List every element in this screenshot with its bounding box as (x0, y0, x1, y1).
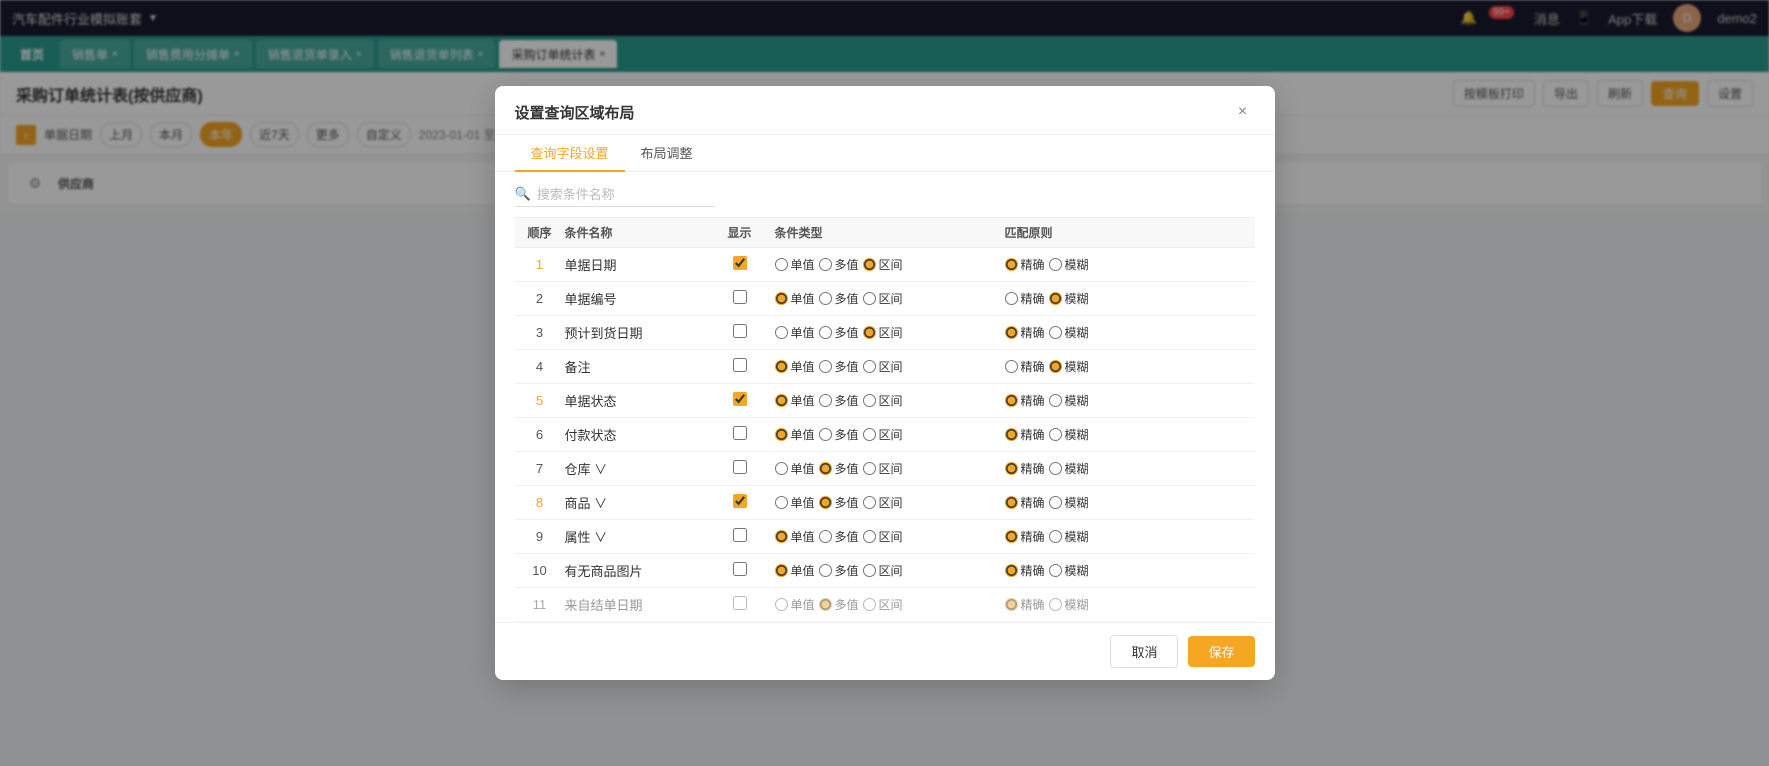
row-name: 单据编号 (565, 289, 705, 308)
row-type: 单值 多值 区间 (775, 562, 1005, 579)
table-row: 9 属性 ∨ 单值 多值 区间 精确 模糊 (515, 520, 1255, 554)
row-name: 付款状态 (565, 425, 705, 444)
row-order: 7 (515, 461, 565, 476)
row-match: 精确 模糊 (1005, 528, 1205, 545)
row-order: 9 (515, 529, 565, 544)
row-match: 精确 模糊 (1005, 256, 1205, 273)
row-type: 单值 多值 区间 (775, 460, 1005, 477)
row-type: 单值 多值 区间 (775, 392, 1005, 409)
row-name: 来自结单日期 (565, 595, 705, 614)
row-name: 预计到货日期 (565, 323, 705, 342)
row-type: 单值 多值 区间 (775, 426, 1005, 443)
row-match: 精确 模糊 (1005, 358, 1205, 375)
header-match: 匹配原则 (1005, 224, 1205, 241)
row-match: 精确 模糊 (1005, 460, 1205, 477)
row-show[interactable] (705, 596, 775, 613)
table-row: 2 单据编号 单值 多值 区间 精确 模糊 (515, 282, 1255, 316)
row-show[interactable] (705, 460, 775, 477)
dialog-table-header: 顺序 条件名称 显示 条件类型 匹配原则 (495, 217, 1275, 248)
table-row: 8 商品 ∨ 单值 多值 区间 精确 模糊 (515, 486, 1255, 520)
search-input[interactable] (537, 187, 697, 202)
table-row: 6 付款状态 单值 多值 区间 精确 模糊 (515, 418, 1255, 452)
row-type: 单值 多值 区间 (775, 358, 1005, 375)
dialog-close-button[interactable]: × (1231, 100, 1255, 124)
row-name: 有无商品图片 (565, 561, 705, 580)
row-order: 10 (515, 563, 565, 578)
header-order: 顺序 (515, 224, 565, 241)
save-button[interactable]: 保存 (1188, 636, 1254, 667)
row-name: 单据状态 (565, 391, 705, 410)
row-show[interactable] (705, 324, 775, 341)
row-order: 11 (515, 597, 565, 612)
row-order: 6 (515, 427, 565, 442)
cancel-button[interactable]: 取消 (1110, 635, 1178, 668)
row-order: 3 (515, 325, 565, 340)
row-order: 1 (515, 257, 565, 272)
table-row: 3 预计到货日期 单值 多值 区间 精确 模糊 (515, 316, 1255, 350)
table-row: 10 有无商品图片 单值 多值 区间 精确 模糊 (515, 554, 1255, 588)
row-show[interactable] (705, 494, 775, 511)
table-row: 7 仓库 ∨ 单值 多值 区间 精确 模糊 (515, 452, 1255, 486)
row-show[interactable] (705, 256, 775, 273)
row-show[interactable] (705, 426, 775, 443)
row-match: 精确 模糊 (1005, 392, 1205, 409)
dialog-tabs: 查询字段设置 布局调整 (495, 135, 1275, 172)
search-icon: 🔍 (515, 186, 531, 202)
row-name: 商品 ∨ (565, 493, 705, 512)
row-order: 2 (515, 291, 565, 306)
row-show[interactable] (705, 392, 775, 409)
row-name: 单据日期 (565, 255, 705, 274)
row-order: 4 (515, 359, 565, 374)
row-show[interactable] (705, 358, 775, 375)
settings-dialog: 设置查询区域布局 × 查询字段设置 布局调整 🔍 顺序 条件名称 (495, 86, 1275, 680)
table-row: 5 单据状态 单值 多值 区间 精确 模糊 (515, 384, 1255, 418)
dialog-table-body: 1 单据日期 单值 多值 区间 精确 模糊 2 (495, 248, 1275, 622)
row-match: 精确 模糊 (1005, 494, 1205, 511)
row-match: 精确 模糊 (1005, 562, 1205, 579)
header-type: 条件类型 (775, 224, 1005, 241)
row-order: 5 (515, 393, 565, 408)
search-wrapper: 🔍 (515, 182, 715, 207)
modal-overlay: 设置查询区域布局 × 查询字段设置 布局调整 🔍 顺序 条件名称 (0, 0, 1769, 766)
table-row: 1 单据日期 单值 多值 区间 精确 模糊 (515, 248, 1255, 282)
row-type: 单值 多值 区间 (775, 324, 1005, 341)
row-name: 备注 (565, 357, 705, 376)
row-show[interactable] (705, 290, 775, 307)
dialog-footer: 取消 保存 (495, 622, 1275, 680)
table-row: 4 备注 单值 多值 区间 精确 模糊 (515, 350, 1255, 384)
row-name: 属性 ∨ (565, 527, 705, 546)
dialog-search-area: 🔍 (495, 172, 1275, 217)
row-type: 单值 多值 区间 (775, 596, 1005, 613)
row-order: 8 (515, 495, 565, 510)
row-type: 单值 多值 区间 (775, 494, 1005, 511)
row-match: 精确 模糊 (1005, 324, 1205, 341)
row-match: 精确 模糊 (1005, 596, 1205, 613)
row-match: 精确 模糊 (1005, 290, 1205, 307)
header-show: 显示 (705, 224, 775, 241)
tab-layout-adjust[interactable]: 布局调整 (625, 135, 709, 172)
row-type: 单值 多值 区间 (775, 256, 1005, 273)
table-row: 11 来自结单日期 单值 多值 区间 精确 模糊 (515, 588, 1255, 622)
row-name: 仓库 ∨ (565, 459, 705, 478)
row-match: 精确 模糊 (1005, 426, 1205, 443)
tab-query-fields[interactable]: 查询字段设置 (515, 135, 625, 172)
row-type: 单值 多值 区间 (775, 290, 1005, 307)
dialog-header: 设置查询区域布局 × (495, 86, 1275, 135)
row-show[interactable] (705, 528, 775, 545)
dialog-title: 设置查询区域布局 (515, 102, 635, 123)
row-show[interactable] (705, 562, 775, 579)
row-type: 单值 多值 区间 (775, 528, 1005, 545)
header-name: 条件名称 (565, 224, 705, 241)
